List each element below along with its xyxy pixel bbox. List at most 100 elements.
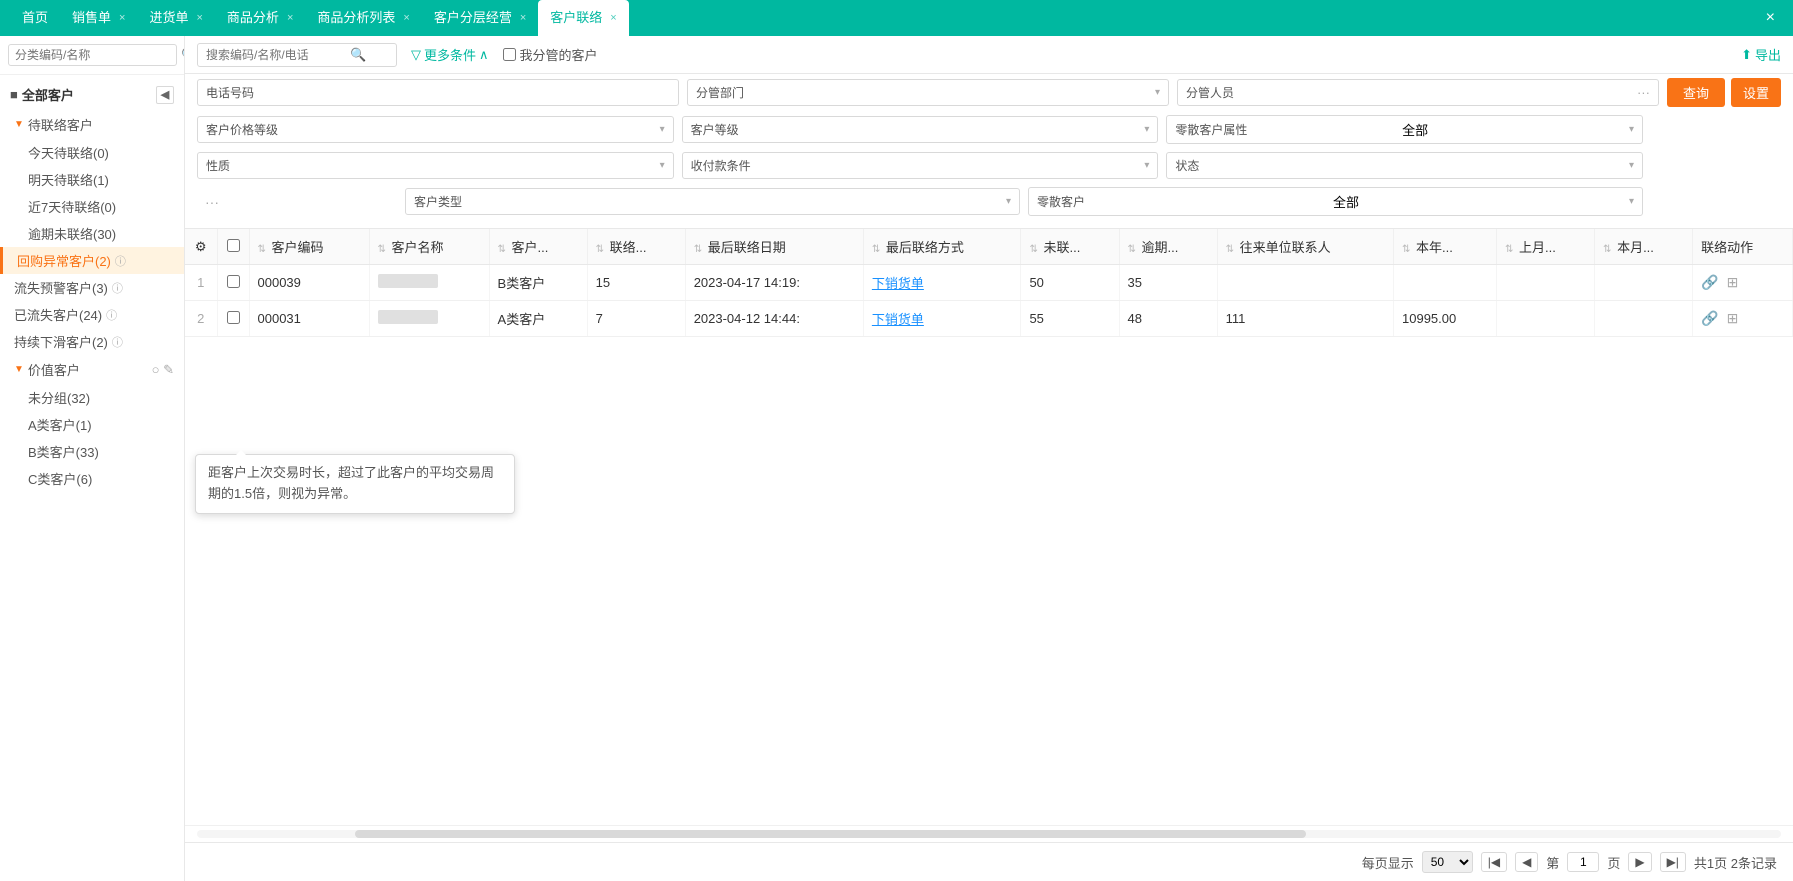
filter-retail-customer[interactable]: 零散客户 全部 ▾ — [1028, 187, 1643, 216]
row-checkbox-1[interactable] — [227, 311, 240, 324]
nav-sales[interactable]: 销售单 × — [60, 0, 137, 36]
nav-home[interactable]: 首页 — [10, 0, 60, 36]
filter-more-conditions[interactable]: ▽ 更多条件 ∧ — [405, 42, 495, 67]
th-method-sort-icon[interactable]: ⇅ — [872, 244, 880, 255]
td-checkbox-0[interactable] — [217, 265, 249, 301]
row-checkbox-0[interactable] — [227, 275, 240, 288]
td-name-0 — [369, 265, 489, 301]
sidebar-item-ungroup[interactable]: 未分组(32) — [0, 384, 184, 411]
my-customers-checkbox[interactable]: 我分管的客户 — [503, 45, 598, 64]
filter-search-icon[interactable]: 🔍 — [350, 47, 366, 63]
th-thismonth-sort-icon[interactable]: ⇅ — [1603, 244, 1611, 255]
sidebar-search-icon[interactable]: 🔍 — [181, 47, 185, 63]
scrollbar-thumb[interactable] — [355, 830, 1305, 838]
filter-customer-grade[interactable]: 客户等级 ▾ — [682, 116, 1159, 143]
filter-customer-type[interactable]: 客户类型 ▾ — [405, 188, 1020, 215]
sidebar-tree: ■ 全部客户 ◀ ▼ 待联络客户 今天待联络(0) 明天待联络(1) 近7天待联… — [0, 75, 184, 881]
filter-row4-dots[interactable]: ··· — [197, 190, 267, 214]
sidebar-item-class-c[interactable]: C类客户(6) — [0, 465, 184, 492]
th-checkbox[interactable] — [217, 229, 249, 265]
th-settings[interactable]: ⚙ — [185, 229, 217, 265]
action-grid-icon-1[interactable]: ⊞ — [1727, 310, 1739, 327]
prev-page-btn[interactable]: ◀ — [1515, 852, 1538, 872]
sidebar-item-7days[interactable]: 近7天待联络(0) — [0, 193, 184, 220]
th-type-sort-icon[interactable]: ⇅ — [498, 244, 506, 255]
my-customers-check[interactable] — [503, 48, 516, 61]
action-link-icon-0[interactable]: 🔗 — [1701, 274, 1718, 291]
th-unlink-days: ⇅ 未联... — [1021, 229, 1119, 265]
horizontal-scrollbar — [185, 825, 1793, 842]
action-grid-icon-0[interactable]: ⊞ — [1727, 274, 1739, 291]
sidebar-value-title[interactable]: ▼ 价值客户 ○ ✎ — [0, 355, 184, 384]
sidebar-collapse-btn[interactable]: ◀ — [156, 86, 174, 104]
filter-price-grade[interactable]: 客户价格等级 ▾ — [197, 116, 674, 143]
sidebar-item-declining[interactable]: 持续下滑客户(2) ⓘ — [0, 328, 184, 355]
td-method-link-0[interactable]: 下销货单 — [872, 276, 924, 291]
th-name-sort-icon[interactable]: ⇅ — [378, 244, 386, 255]
filter-nature[interactable]: 性质 ▾ — [197, 152, 674, 179]
action-link-icon-1[interactable]: 🔗 — [1701, 310, 1718, 327]
next-page-btn[interactable]: ▶ — [1628, 852, 1651, 872]
th-contacts-sort-icon[interactable]: ⇅ — [1226, 244, 1234, 255]
td-method-link-1[interactable]: 下销货单 — [872, 312, 924, 327]
td-method-0[interactable]: 下销货单 — [863, 265, 1021, 301]
td-method-1[interactable]: 下销货单 — [863, 301, 1021, 337]
filter-retail-attr-value: 全部 — [1402, 120, 1625, 139]
filter-manager[interactable]: 分管人员 ··· — [1177, 79, 1659, 106]
nav-purchase[interactable]: 进货单 × — [137, 0, 214, 36]
td-checkbox-1[interactable] — [217, 301, 249, 337]
nav-product-list[interactable]: 商品分析列表 × — [305, 0, 421, 36]
sidebar-item-churned[interactable]: 已流失客户(24) ⓘ — [0, 301, 184, 328]
filter-manager-dots[interactable]: ··· — [1637, 85, 1650, 100]
select-all-checkbox[interactable] — [227, 239, 240, 252]
sidebar-item-tomorrow[interactable]: 明天待联络(1) — [0, 166, 184, 193]
nav-product-analysis[interactable]: 商品分析 × — [215, 0, 305, 36]
nav-customer-tier-close[interactable]: × — [520, 0, 526, 36]
action-icons-0: 🔗 ⊞ — [1701, 274, 1784, 291]
page-input[interactable] — [1567, 852, 1599, 872]
sidebar-item-overdue[interactable]: 逾期未联络(30) — [0, 220, 184, 247]
filter-phone[interactable]: 电话号码 — [197, 79, 679, 106]
sidebar-pending-title[interactable]: ▼ 待联络客户 — [0, 110, 184, 139]
query-button[interactable]: 查询 — [1667, 78, 1725, 107]
td-name-placeholder-0 — [378, 274, 438, 288]
value-group-edit-icon[interactable]: ○ ✎ — [152, 362, 174, 378]
settings-button[interactable]: 设置 — [1731, 78, 1781, 107]
th-overdue-sort-icon[interactable]: ⇅ — [1128, 244, 1136, 255]
per-page-select[interactable]: 50 20 100 — [1422, 851, 1473, 873]
filter-search-input[interactable] — [206, 48, 346, 62]
sidebar-search-input[interactable] — [8, 44, 177, 66]
filter-status[interactable]: 状态 ▾ — [1166, 152, 1643, 179]
th-unlink-sort-icon[interactable]: ⇅ — [1029, 244, 1037, 255]
th-customer-type: ⇅ 客户... — [489, 229, 587, 265]
sidebar-item-class-b[interactable]: B类客户(33) — [0, 438, 184, 465]
nav-customer-contact[interactable]: 客户联络 × — [538, 0, 628, 36]
sidebar-item-repurchase-abnormal[interactable]: 回购异常客户(2) ⓘ — [0, 247, 184, 274]
th-date-sort-icon[interactable]: ⇅ — [694, 244, 702, 255]
nav-product-analysis-close[interactable]: × — [287, 0, 293, 36]
nav-purchase-close[interactable]: × — [196, 0, 202, 36]
th-lastmonth-sort-icon[interactable]: ⇅ — [1505, 244, 1513, 255]
first-page-btn[interactable]: |◀ — [1481, 852, 1507, 872]
per-page-label: 每页显示 — [1362, 853, 1414, 872]
sidebar-item-today[interactable]: 今天待联络(0) — [0, 139, 184, 166]
window-close-button[interactable]: × — [1758, 9, 1783, 27]
th-year-sort-icon[interactable]: ⇅ — [1402, 244, 1410, 255]
nav-customer-tier[interactable]: 客户分层经营 × — [422, 0, 538, 36]
filter-retail-attr[interactable]: 零散客户属性 全部 ▾ — [1166, 115, 1643, 144]
th-code-sort-icon[interactable]: ⇅ — [258, 244, 266, 255]
page-label: 第 — [1546, 853, 1559, 872]
sidebar-item-churn-warning[interactable]: 流失预警客户(3) ⓘ — [0, 274, 184, 301]
sidebar-all-customers[interactable]: ■ 全部客户 ◀ — [0, 79, 184, 110]
filter-payment-label: 收付款条件 — [691, 157, 1141, 174]
export-button[interactable]: ⬆ 导出 — [1741, 45, 1781, 64]
nav-customer-contact-close[interactable]: × — [610, 0, 616, 36]
info-icon-churned: ⓘ — [106, 307, 117, 323]
last-page-btn[interactable]: ▶| — [1660, 852, 1686, 872]
filter-payment[interactable]: 收付款条件 ▾ — [682, 152, 1159, 179]
filter-dept[interactable]: 分管部门 ▾ — [687, 79, 1169, 106]
sidebar-item-class-a[interactable]: A类客户(1) — [0, 411, 184, 438]
th-contact-sort-icon[interactable]: ⇅ — [596, 244, 604, 255]
nav-sales-close[interactable]: × — [119, 0, 125, 36]
nav-product-list-close[interactable]: × — [403, 0, 409, 36]
